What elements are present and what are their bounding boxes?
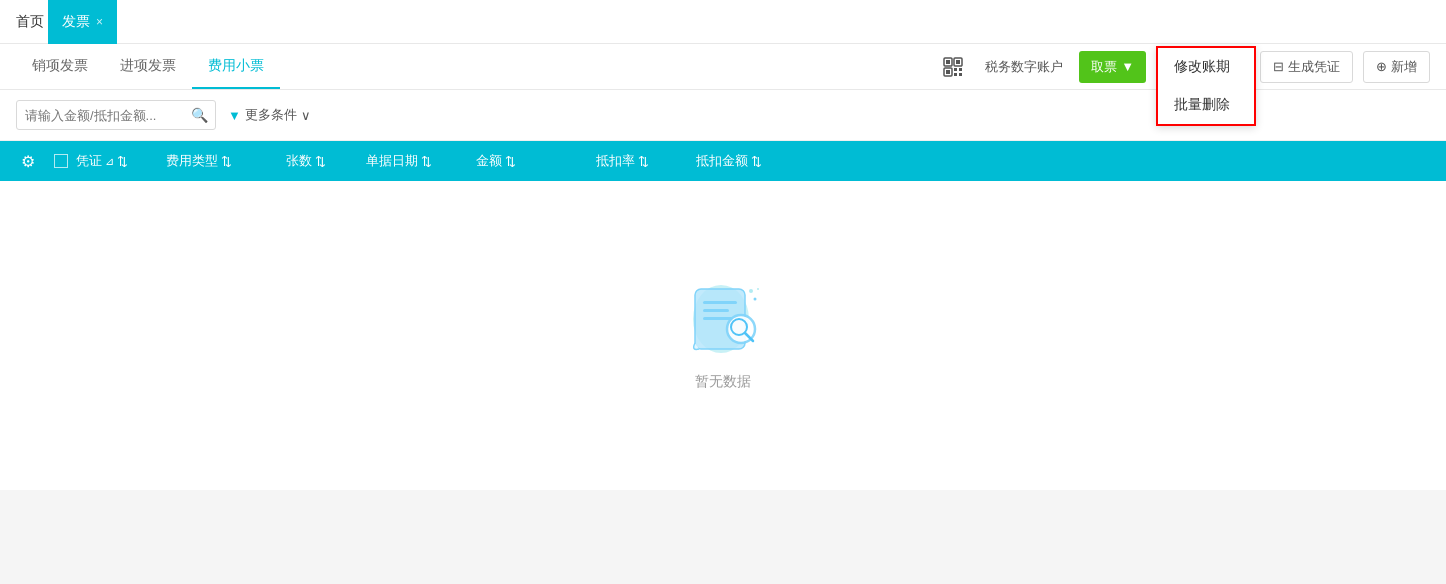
tab-expense-label: 费用小票 xyxy=(208,57,264,75)
tab-sales-label: 销项发票 xyxy=(32,57,88,75)
empty-illustration xyxy=(673,261,773,361)
invoice-tab[interactable]: 发票 × xyxy=(48,0,117,44)
th-count[interactable]: 张数 ⇅ xyxy=(286,152,366,170)
th-expense-type[interactable]: 费用类型 ⇅ xyxy=(166,152,286,170)
tab-expense-receipt[interactable]: 费用小票 xyxy=(192,44,280,89)
voucher-sort-icon[interactable]: ⇅ xyxy=(117,154,128,169)
select-all-checkbox[interactable] xyxy=(54,154,68,168)
add-button[interactable]: ⊕ 新增 xyxy=(1363,51,1430,83)
search-input[interactable] xyxy=(25,108,185,123)
th-voucher-label: 凭证 xyxy=(76,152,102,170)
svg-point-20 xyxy=(754,298,757,301)
sub-tabs: 销项发票 进项发票 费用小票 xyxy=(16,44,280,89)
filter-icon: ▼ xyxy=(228,108,241,123)
take-ticket-label: 取票 xyxy=(1091,58,1117,76)
th-deduct-amount-label: 抵扣金额 xyxy=(696,152,748,170)
svg-rect-8 xyxy=(954,73,957,76)
voucher-filter-icon[interactable]: ⊿ xyxy=(105,155,114,168)
amount-sort-icon[interactable]: ⇅ xyxy=(505,154,516,169)
invoice-tab-label: 发票 xyxy=(62,13,90,31)
count-sort-icon[interactable]: ⇅ xyxy=(315,154,326,169)
close-icon[interactable]: × xyxy=(96,15,103,29)
th-deduct-rate[interactable]: 抵扣率 ⇅ xyxy=(596,152,696,170)
gen-voucher-icon: ⊟ xyxy=(1273,59,1284,74)
svg-point-19 xyxy=(749,289,753,293)
add-icon: ⊕ xyxy=(1376,59,1387,74)
empty-state: 暂无数据 xyxy=(0,181,1446,431)
tab-income-label: 进项发票 xyxy=(120,57,176,75)
th-expense-type-label: 费用类型 xyxy=(166,152,218,170)
search-input-wrap[interactable]: 🔍 xyxy=(16,100,216,130)
date-sort-icon[interactable]: ⇅ xyxy=(421,154,432,169)
svg-rect-6 xyxy=(954,68,957,71)
svg-rect-13 xyxy=(703,301,737,304)
svg-rect-9 xyxy=(959,73,962,76)
th-deduct-rate-label: 抵扣率 xyxy=(596,152,635,170)
take-ticket-button[interactable]: 取票 ▼ xyxy=(1079,51,1146,83)
tab-income-invoice[interactable]: 进项发票 xyxy=(104,44,192,89)
batch-delete-item[interactable]: 批量删除 xyxy=(1158,86,1254,124)
tab-sales-invoice[interactable]: 销项发票 xyxy=(16,44,104,89)
svg-rect-5 xyxy=(946,70,950,74)
batch-operation-dropdown: 修改账期 批量删除 xyxy=(1156,46,1256,126)
th-amount[interactable]: 金额 ⇅ xyxy=(476,152,596,170)
empty-text: 暂无数据 xyxy=(695,373,751,391)
th-date[interactable]: 单据日期 ⇅ xyxy=(366,152,476,170)
gen-voucher-label: 生成凭证 xyxy=(1288,58,1340,76)
more-conditions-arrow-icon: ∨ xyxy=(301,108,311,123)
gear-icon[interactable]: ⚙ xyxy=(21,152,35,171)
expense-type-sort-icon[interactable]: ⇅ xyxy=(221,154,232,169)
qr-code-button[interactable] xyxy=(937,51,969,83)
svg-rect-7 xyxy=(959,68,962,71)
svg-rect-3 xyxy=(956,60,960,64)
table-header: ⚙ 凭证 ⊿ ⇅ 费用类型 ⇅ 张数 ⇅ 单据日期 ⇅ 金额 ⇅ 抵扣率 ⇅ xyxy=(0,141,1446,181)
more-conditions-button[interactable]: ▼ 更多条件 ∨ xyxy=(228,106,311,124)
th-date-label: 单据日期 xyxy=(366,152,418,170)
svg-rect-1 xyxy=(946,60,950,64)
svg-rect-15 xyxy=(703,317,733,320)
th-count-label: 张数 xyxy=(286,152,312,170)
th-voucher[interactable]: 凭证 ⊿ ⇅ xyxy=(76,152,166,170)
take-ticket-arrow-icon: ▼ xyxy=(1121,59,1134,74)
home-tab[interactable]: 首页 xyxy=(16,13,44,31)
svg-rect-14 xyxy=(703,309,729,312)
top-nav: 首页 发票 × xyxy=(0,0,1446,44)
qr-icon xyxy=(942,56,964,78)
svg-point-21 xyxy=(757,288,759,290)
th-checkbox[interactable] xyxy=(46,154,76,168)
th-deduct-amount[interactable]: 抵扣金额 ⇅ xyxy=(696,152,816,170)
content-area: 🔍 ▼ 更多条件 ∨ ⚙ 凭证 ⊿ ⇅ 费用类型 ⇅ 张数 ⇅ 单据日期 xyxy=(0,90,1446,490)
th-amount-label: 金额 xyxy=(476,152,502,170)
generate-voucher-button[interactable]: ⊟ 生成凭证 xyxy=(1260,51,1353,83)
th-gear[interactable]: ⚙ xyxy=(10,152,46,171)
modify-period-item[interactable]: 修改账期 xyxy=(1158,48,1254,86)
deduct-rate-sort-icon[interactable]: ⇅ xyxy=(638,154,649,169)
add-label: 新增 xyxy=(1391,58,1417,76)
search-icon[interactable]: 🔍 xyxy=(191,107,208,123)
tax-account-button[interactable]: 税务数字账户 xyxy=(979,58,1069,76)
deduct-amount-sort-icon[interactable]: ⇅ xyxy=(751,154,762,169)
more-conditions-label: 更多条件 xyxy=(245,106,297,124)
